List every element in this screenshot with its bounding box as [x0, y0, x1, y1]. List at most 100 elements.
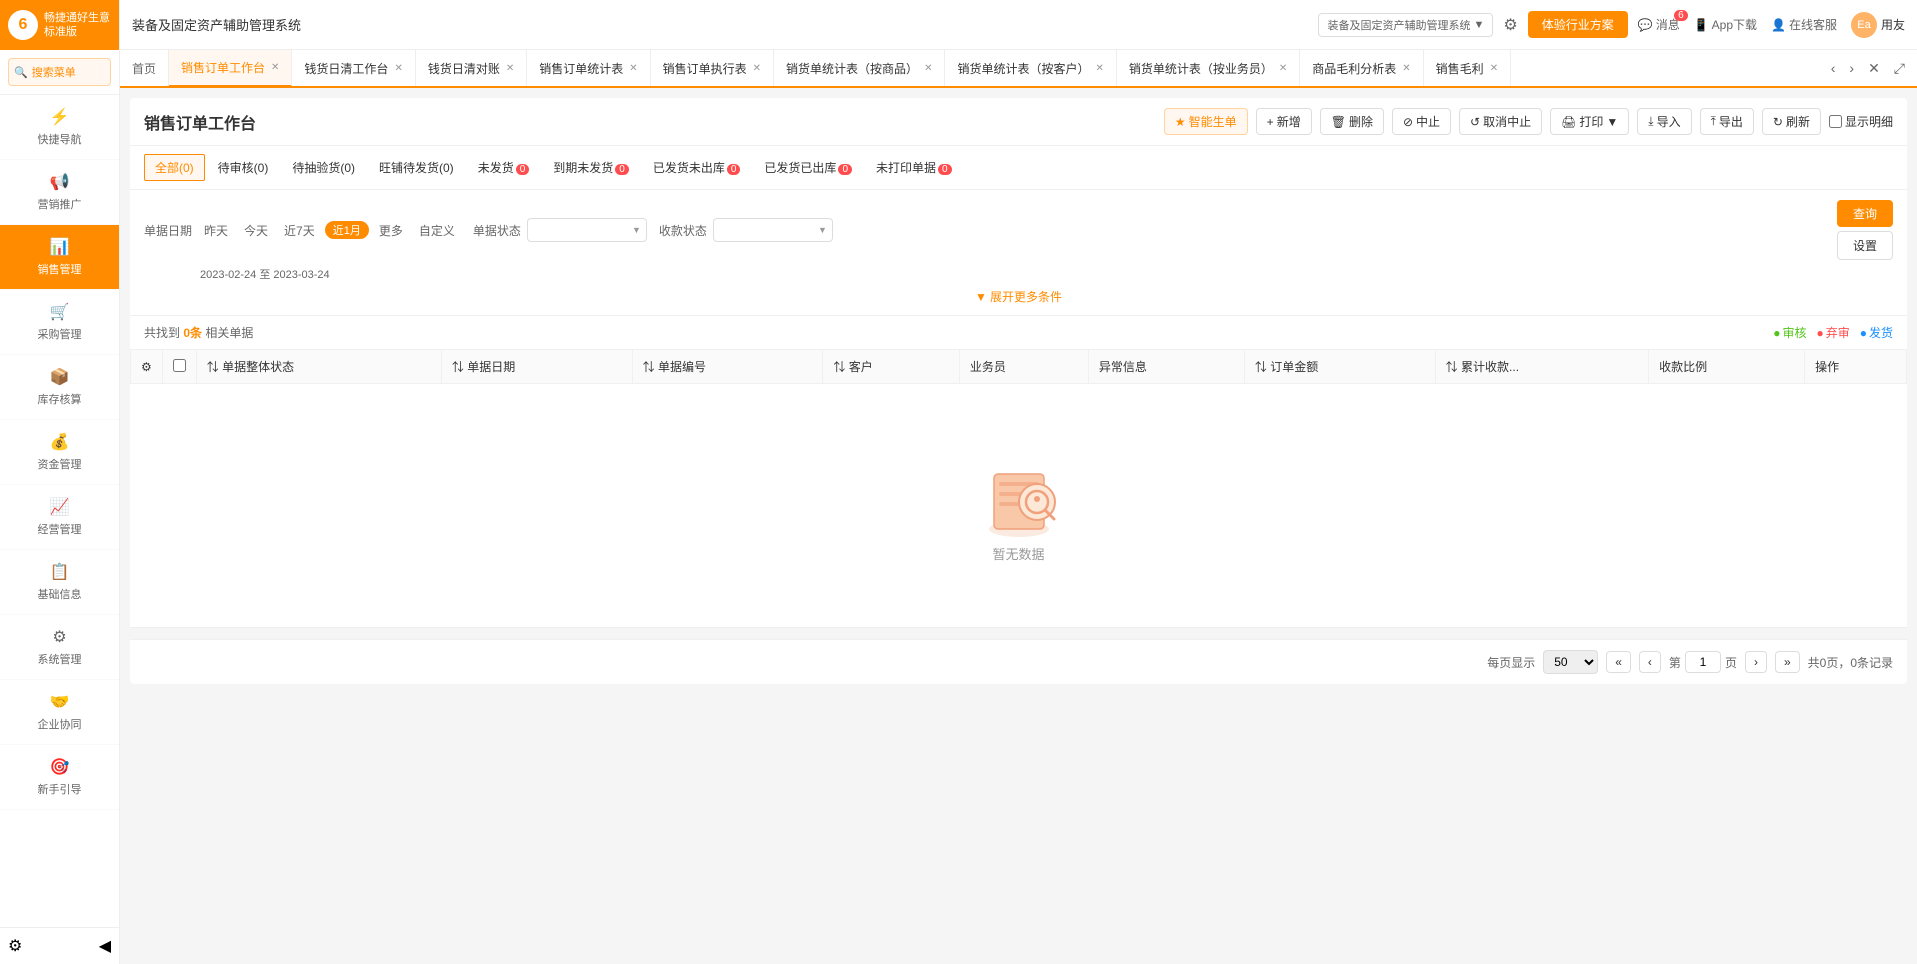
ship-action[interactable]: ● 发货 — [1860, 324, 1893, 341]
tab-sales-stats-staff[interactable]: 销货单统计表（按业务员） ✕ — [1117, 50, 1300, 87]
sidebar-item-guide[interactable]: 🎯 新手引导 — [0, 745, 119, 810]
col-collected[interactable]: ⇅ 累计收款... — [1435, 350, 1648, 384]
tab-cash-reconcile[interactable]: 钱货日清对账 ✕ — [416, 50, 527, 87]
app-logo: 6 畅捷通好生意 标准版 — [0, 0, 119, 50]
tab-maximize[interactable]: ⤢ — [1888, 58, 1911, 79]
col-checkbox[interactable] — [162, 350, 196, 384]
query-button[interactable]: 查询 — [1837, 200, 1893, 227]
abandon-action[interactable]: ● 弃审 — [1816, 324, 1849, 341]
filter-tabs: 全部(0) 待审核(0) 待抽验货(0) 旺铺待发货(0) 未发货0 到期未发货… — [130, 146, 1907, 190]
sidebar-item-finance[interactable]: 💰 资金管理 — [0, 420, 119, 485]
sidebar-item-sales[interactable]: 📊 销售管理 — [0, 225, 119, 290]
sidebar-item-operations[interactable]: 📈 经营管理 — [0, 485, 119, 550]
collapse-icon[interactable]: ◀ — [99, 936, 111, 956]
show-detail-checkbox[interactable]: 显示明细 — [1829, 113, 1893, 130]
print-button[interactable]: 🖨 打印 ▼ — [1550, 108, 1629, 135]
stop-button[interactable]: ⊘ 中止 — [1392, 108, 1451, 135]
filter-tab-shipped-out[interactable]: 已发货已出库0 — [753, 154, 863, 181]
filter-tab-pending-inspect[interactable]: 待抽验货(0) — [281, 154, 366, 181]
system-select-button[interactable]: 装备及固定资产辅助管理系统 ▼ — [1318, 13, 1493, 37]
page-size-select[interactable]: 50 10 20 100 — [1543, 650, 1598, 674]
tab-scroll-left[interactable]: ‹ — [1825, 58, 1842, 78]
user-menu[interactable]: Ea 用友 — [1851, 12, 1905, 38]
col-date[interactable]: ⇅ 单据日期 — [441, 350, 632, 384]
setting-button[interactable]: 设置 — [1837, 231, 1893, 260]
sidebar-item-quick-nav[interactable]: ⚡ 快捷导航 — [0, 95, 119, 160]
tab-close-all[interactable]: ✕ — [1862, 58, 1886, 79]
tab-close-sales-stats-customer[interactable]: ✕ — [1095, 63, 1103, 74]
refresh-button[interactable]: ↻ 刷新 — [1762, 108, 1821, 135]
tab-cash-daily[interactable]: 钱货日清工作台 ✕ — [292, 50, 415, 87]
tab-home[interactable]: 首页 — [120, 50, 169, 87]
tab-product-margin[interactable]: 商品毛利分析表 ✕ — [1300, 50, 1423, 87]
settings-topbar-icon[interactable]: ⚙ — [1503, 15, 1517, 35]
col-amount[interactable]: ⇅ 订单金额 — [1244, 350, 1435, 384]
status-select[interactable] — [527, 218, 647, 242]
add-button[interactable]: + 新增 — [1256, 108, 1312, 135]
tab-close-product-margin[interactable]: ✕ — [1402, 63, 1410, 74]
prev-page-button[interactable]: ‹ — [1639, 651, 1661, 673]
tab-sales-order-execute[interactable]: 销售订单执行表 ✕ — [651, 50, 774, 87]
payment-select[interactable] — [713, 218, 833, 242]
sidebar-item-inventory[interactable]: 📦 库存核算 — [0, 355, 119, 420]
filter-tab-all[interactable]: 全部(0) — [144, 154, 205, 181]
tab-close-cash-daily[interactable]: ✕ — [394, 63, 402, 74]
filter-tab-not-printed[interactable]: 未打印单据0 — [865, 154, 963, 181]
sidebar-item-enterprise[interactable]: 🤝 企业协同 — [0, 680, 119, 745]
sidebar-item-marketing[interactable]: 📢 营销推广 — [0, 160, 119, 225]
export-button[interactable]: ⤒ 导出 — [1700, 108, 1754, 135]
filter-tab-shipped-not-out[interactable]: 已发货未出库0 — [642, 154, 752, 181]
tab-sales-order-workbench[interactable]: 销售订单工作台 ✕ — [169, 50, 292, 87]
tab-close-sales-order-execute[interactable]: ✕ — [753, 63, 761, 74]
cancel-stop-button[interactable]: ↺ 取消中止 — [1459, 108, 1542, 135]
select-all-checkbox[interactable] — [173, 359, 186, 372]
delete-button[interactable]: 🗑 删除 — [1320, 108, 1384, 135]
topbar: 装备及固定资产辅助管理系统 装备及固定资产辅助管理系统 ▼ ⚙ 体验行业方案 💬… — [120, 0, 1917, 50]
tab-sales-stats-customer[interactable]: 销货单统计表（按客户） ✕ — [945, 50, 1116, 87]
date-custom[interactable]: 自定义 — [413, 220, 461, 241]
tab-close-sales-gross[interactable]: ✕ — [1490, 63, 1498, 74]
online-service-action[interactable]: 👤 在线客服 — [1771, 16, 1837, 33]
settings-icon[interactable]: ⚙ — [8, 936, 22, 956]
show-detail-input[interactable] — [1829, 115, 1842, 128]
filter-tab-pending-review[interactable]: 待审核(0) — [207, 154, 280, 181]
last-page-button[interactable]: » — [1775, 651, 1800, 673]
tab-sales-stats-product[interactable]: 销货单统计表（按商品） ✕ — [774, 50, 945, 87]
tab-sales-gross[interactable]: 销售毛利 ✕ — [1424, 50, 1511, 87]
scrollbar-area[interactable] — [130, 627, 1907, 639]
tab-scroll-right[interactable]: › — [1843, 58, 1860, 78]
industry-button[interactable]: 体验行业方案 — [1528, 11, 1628, 38]
review-action[interactable]: ● 审核 — [1773, 324, 1806, 341]
date-1month[interactable]: 近1月 — [325, 221, 369, 239]
tab-close-sales-order-stats[interactable]: ✕ — [629, 63, 637, 74]
smart-order-button[interactable]: ★ 智能生单 — [1164, 108, 1248, 135]
sidebar-search[interactable]: 🔍 搜索菜单 — [0, 50, 119, 95]
sidebar-item-purchase[interactable]: 🛒 采购管理 — [0, 290, 119, 355]
filter-tab-overdue-ship[interactable]: 到期未发货0 — [542, 154, 640, 181]
col-settings[interactable]: ⚙ — [131, 350, 163, 384]
date-today[interactable]: 今天 — [238, 220, 274, 241]
date-more[interactable]: 更多 — [373, 220, 409, 241]
date-7days[interactable]: 近7天 — [278, 220, 321, 241]
filter-tab-wangpu[interactable]: 旺铺待发货(0) — [368, 154, 465, 181]
expand-button[interactable]: ▼ 展开更多条件 — [975, 288, 1062, 305]
sidebar-item-base-info[interactable]: 📋 基础信息 — [0, 550, 119, 615]
tab-close-sales-order-workbench[interactable]: ✕ — [271, 62, 279, 73]
next-page-button[interactable]: › — [1745, 651, 1767, 673]
date-yesterday[interactable]: 昨天 — [198, 220, 234, 241]
tab-close-sales-stats-staff[interactable]: ✕ — [1279, 63, 1287, 74]
import-button[interactable]: ⤓ 导入 — [1637, 108, 1691, 135]
sidebar-item-system[interactable]: ⚙ 系统管理 — [0, 615, 119, 680]
message-action[interactable]: 💬 消息 6 — [1638, 16, 1680, 33]
tab-close-cash-reconcile[interactable]: ✕ — [506, 63, 514, 74]
page-input[interactable] — [1685, 651, 1721, 673]
col-number[interactable]: ⇅ 单据编号 — [632, 350, 823, 384]
search-menu-button[interactable]: 🔍 搜索菜单 — [8, 58, 111, 86]
tab-close-sales-stats-product[interactable]: ✕ — [924, 63, 932, 74]
first-page-button[interactable]: « — [1606, 651, 1631, 673]
filter-tab-not-shipped[interactable]: 未发货0 — [467, 154, 541, 181]
topbar-actions: 💬 消息 6 📱 App下载 👤 在线客服 Ea 用友 — [1638, 12, 1905, 38]
col-customer[interactable]: ⇅ 客户 — [823, 350, 960, 384]
tab-sales-order-stats[interactable]: 销售订单统计表 ✕ — [527, 50, 650, 87]
app-download-action[interactable]: 📱 App下载 — [1694, 16, 1757, 33]
